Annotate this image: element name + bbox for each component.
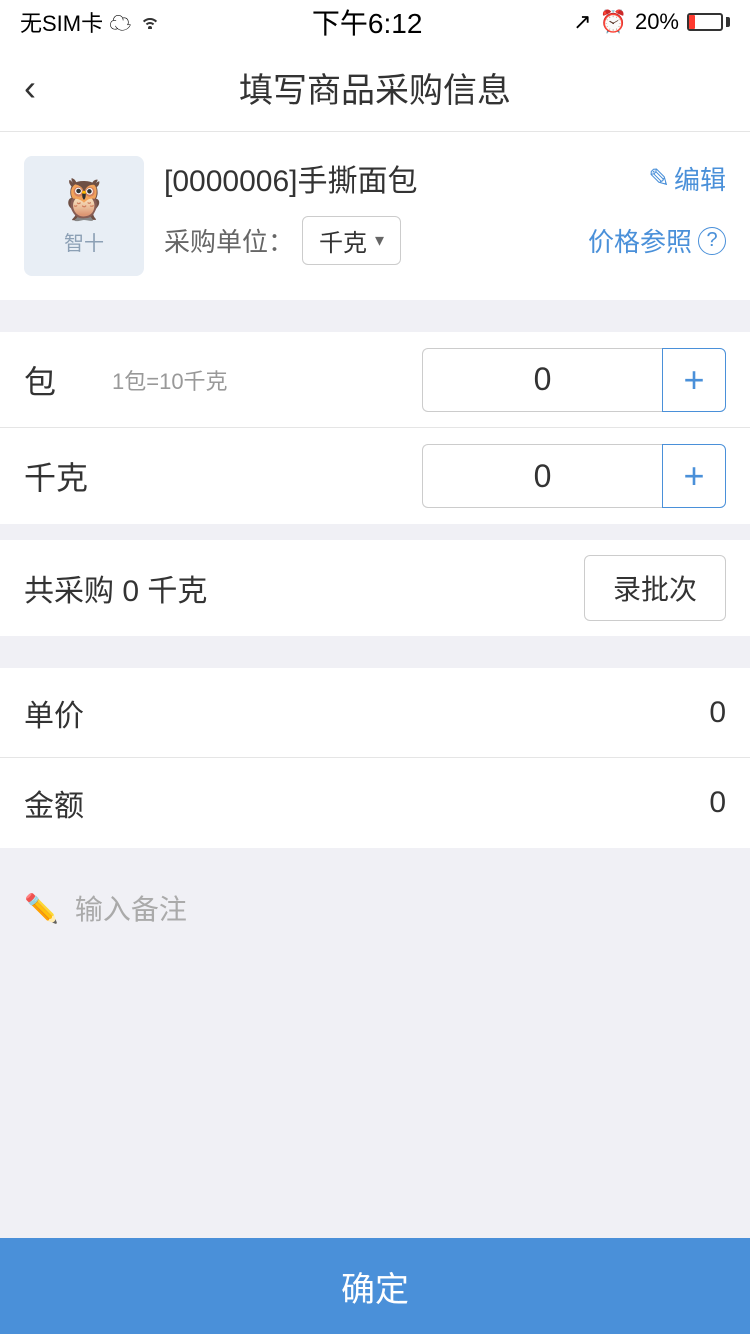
product-thumb-label: 智十 bbox=[64, 227, 104, 256]
battery-percent: 20% bbox=[635, 9, 679, 35]
product-info: [0000006]手撕面包 ✎ 编辑 采购单位： 千克 ▾ 价格参照 ? bbox=[164, 156, 726, 265]
product-thumbnail: 🦉 智十 bbox=[24, 156, 144, 276]
product-unit-row: 采购单位： 千克 ▾ 价格参照 ? bbox=[164, 216, 726, 265]
amount-label: 金额 bbox=[24, 781, 84, 825]
price-ref-label: 价格参照 bbox=[588, 222, 692, 259]
divider-3 bbox=[0, 652, 750, 668]
status-time: 下午6:12 bbox=[312, 2, 423, 42]
price-section: 单价 0 金额 0 bbox=[0, 668, 750, 848]
bottom-spacer bbox=[0, 952, 750, 1232]
kg-input-wrap: 0 + bbox=[422, 444, 726, 508]
kg-plus-button[interactable]: + bbox=[662, 444, 726, 508]
back-button[interactable]: ‹ bbox=[24, 67, 36, 109]
product-card: 🦉 智十 [0000006]手撕面包 ✎ 编辑 采购单位： 千克 ▾ 价格参照 bbox=[0, 132, 750, 300]
bao-plus-button[interactable]: + bbox=[662, 348, 726, 412]
wifi-icon bbox=[139, 9, 161, 35]
kg-label: 千克 bbox=[24, 453, 104, 499]
product-thumb-owl-icon: 🦉 bbox=[59, 176, 109, 223]
edit-button[interactable]: ✎ 编辑 bbox=[648, 160, 726, 197]
bao-input-wrap: 0 + bbox=[422, 348, 726, 412]
pencil-icon: ✏️ bbox=[24, 892, 59, 925]
amount-value: 0 bbox=[709, 786, 726, 820]
bao-input[interactable]: 0 bbox=[422, 348, 662, 412]
input-section: 包 1包=10千克 0 + 千克 0 + bbox=[0, 332, 750, 524]
status-left: 无SIM卡 ☁ bbox=[20, 6, 161, 38]
price-ref-button[interactable]: 价格参照 ? bbox=[588, 222, 726, 259]
page-title: 填写商品采购信息 bbox=[239, 63, 511, 112]
price-ref-help-icon: ? bbox=[698, 227, 726, 255]
price-row-amount: 金额 0 bbox=[0, 758, 750, 848]
no-sim-label: 无SIM卡 ☁ bbox=[20, 6, 131, 38]
status-right: ↗ ⏰ 20% bbox=[573, 9, 730, 35]
divider-2 bbox=[0, 524, 750, 540]
bao-sublabel: 1包=10千克 bbox=[112, 364, 422, 396]
alarm-icon: ⏰ bbox=[600, 9, 627, 35]
unit-price-value: 0 bbox=[709, 696, 726, 730]
confirm-label: 确定 bbox=[341, 1262, 409, 1311]
kg-input[interactable]: 0 bbox=[422, 444, 662, 508]
nav-bar: ‹ 填写商品采购信息 bbox=[0, 44, 750, 132]
summary-section: 共采购 0 千克 录批次 bbox=[0, 540, 750, 636]
product-name-row: [0000006]手撕面包 ✎ 编辑 bbox=[164, 156, 726, 200]
unit-label: 采购单位： bbox=[164, 222, 294, 259]
note-section[interactable]: ✏️ 输入备注 bbox=[0, 864, 750, 952]
bao-label: 包 bbox=[24, 357, 104, 403]
battery-icon bbox=[687, 13, 730, 31]
unit-select[interactable]: 千克 ▾ bbox=[302, 216, 401, 265]
unit-value: 千克 bbox=[319, 223, 367, 258]
price-row-unit: 单价 0 bbox=[0, 668, 750, 758]
dropdown-arrow-icon: ▾ bbox=[375, 230, 384, 251]
location-icon: ↗ bbox=[573, 9, 591, 35]
batch-button[interactable]: 录批次 bbox=[584, 555, 726, 621]
divider-1 bbox=[0, 316, 750, 332]
product-name: [0000006]手撕面包 bbox=[164, 156, 417, 200]
status-bar: 无SIM卡 ☁ 下午6:12 ↗ ⏰ 20% bbox=[0, 0, 750, 44]
input-row-bao: 包 1包=10千克 0 + bbox=[0, 332, 750, 428]
edit-icon: ✎ bbox=[648, 163, 670, 194]
summary-text: 共采购 0 千克 bbox=[24, 566, 207, 610]
note-placeholder: 输入备注 bbox=[75, 888, 187, 928]
input-row-kg: 千克 0 + bbox=[0, 428, 750, 524]
unit-price-label: 单价 bbox=[24, 691, 84, 735]
confirm-bar[interactable]: 确定 bbox=[0, 1238, 750, 1334]
